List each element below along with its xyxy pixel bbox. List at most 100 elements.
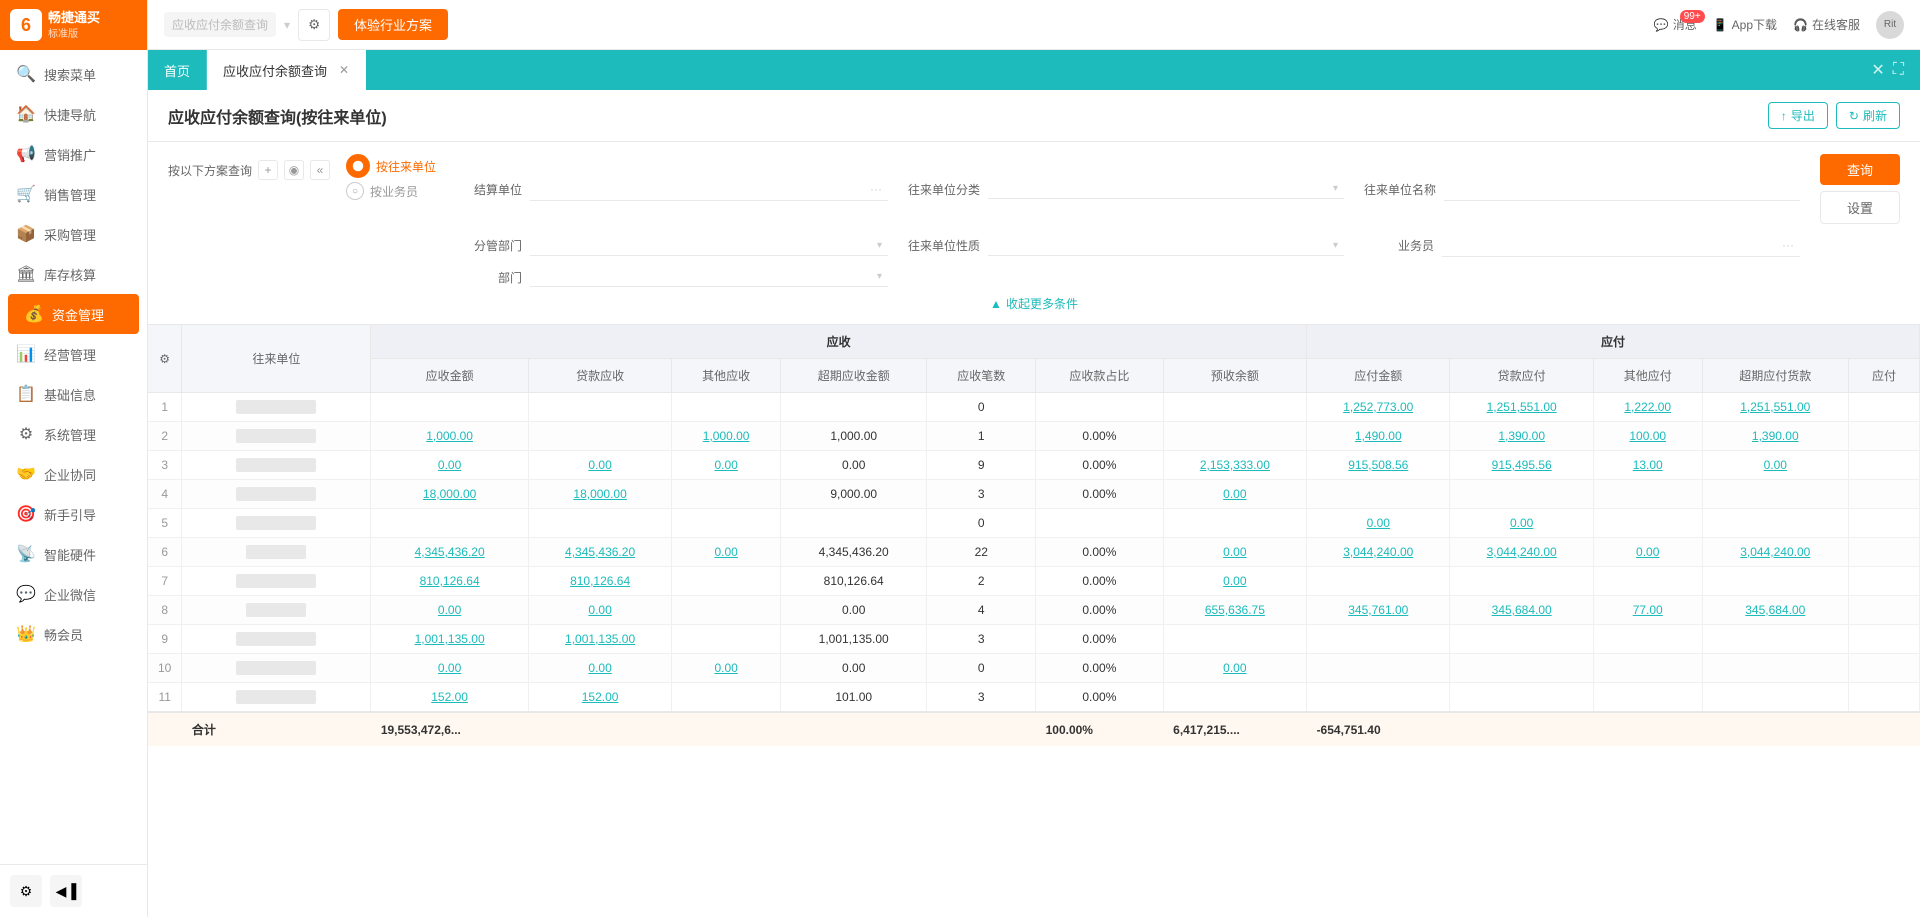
tab-close-icon[interactable]: ✕ [339, 63, 349, 77]
table-cell[interactable]: 345,684.00 [1450, 596, 1593, 625]
table-cell[interactable]: 77.00 [1593, 596, 1702, 625]
table-cell[interactable]: 0.00 [528, 596, 671, 625]
refresh-btn[interactable]: ↻ 刷新 [1836, 102, 1900, 129]
table-cell[interactable]: 345,761.00 [1307, 596, 1450, 625]
table-cell[interactable]: 915,495.56 [1450, 451, 1593, 480]
trial-btn[interactable]: 体验行业方案 [338, 9, 448, 40]
counterpart-name-input[interactable] [1444, 178, 1800, 201]
tab-home[interactable]: 首页 [148, 50, 207, 90]
sidebar-settings-btn[interactable]: ⚙ [10, 875, 42, 907]
sidebar-item-基础信息[interactable]: 📋基础信息 [0, 374, 147, 414]
table-cell[interactable]: 1,000.00 [672, 422, 781, 451]
filter-add-btn[interactable]: + [258, 160, 278, 180]
table-cell[interactable]: 1,252,773.00 [1307, 393, 1450, 422]
salesperson-input[interactable]: ··· [1442, 234, 1800, 257]
table-cell[interactable]: 18,000.00 [528, 480, 671, 509]
table-cell[interactable]: 1,251,551.00 [1450, 393, 1593, 422]
table-cell[interactable]: 0.00 [1450, 509, 1593, 538]
table-cell[interactable]: 4,345,436.20 [371, 538, 529, 567]
footer-cell [1849, 712, 1920, 746]
counterpart-category-input[interactable]: ▾ [988, 179, 1344, 199]
table-cell[interactable]: 1,390.00 [1702, 422, 1848, 451]
table-cell[interactable]: 0.00 [672, 654, 781, 683]
table-cell: 0.00% [1036, 596, 1164, 625]
col-settings-header[interactable]: ⚙ [148, 325, 182, 393]
table-cell[interactable]: 1,001,135.00 [371, 625, 529, 654]
avatar[interactable]: Rit [1876, 11, 1904, 39]
table-cell[interactable]: 0.00 [1702, 451, 1848, 480]
dept-input[interactable]: ▾ [530, 267, 888, 287]
table-cell[interactable]: 915,508.56 [1307, 451, 1450, 480]
sidebar-item-新手引导[interactable]: 🎯新手引导 [0, 494, 147, 534]
sidebar-icon: 📢 [16, 144, 36, 164]
table-cell[interactable]: 0.00 [371, 654, 529, 683]
sidebar-collapse-btn[interactable]: ◀▐ [50, 875, 82, 907]
table-cell[interactable]: 1,000.00 [371, 422, 529, 451]
table-cell[interactable]: 1,490.00 [1307, 422, 1450, 451]
settlement-unit-input[interactable]: ··· [530, 178, 888, 201]
sidebar-item-智能硬件[interactable]: 📡智能硬件 [0, 534, 147, 574]
table-cell[interactable]: 18,000.00 [371, 480, 529, 509]
sidebar-item-资金管理[interactable]: 💰资金管理 [8, 294, 139, 334]
collapse-more-btn[interactable]: ▲ 收起更多条件 [168, 295, 1900, 312]
settings-btn[interactable]: 设置 [1820, 191, 1900, 224]
table-cell[interactable]: 1,001,135.00 [528, 625, 671, 654]
export-btn[interactable]: ↑ 导出 [1768, 102, 1828, 129]
table-cell[interactable]: 0.00 [371, 451, 529, 480]
sidebar-item-快捷导航[interactable]: 🏠快捷导航 [0, 94, 147, 134]
table-cell[interactable]: 0.00 [1163, 567, 1306, 596]
sidebar-item-经营管理[interactable]: 📊经营管理 [0, 334, 147, 374]
table-cell[interactable]: 0.00 [528, 654, 671, 683]
filter-scheme-salesperson[interactable]: ○ 按业务员 [346, 182, 436, 200]
sidebar-item-搜索菜单[interactable]: 🔍搜索菜单 [0, 54, 147, 94]
table-cell[interactable]: 13.00 [1593, 451, 1702, 480]
app-download-btn[interactable]: 📱 App下载 [1713, 16, 1777, 33]
filter-collapse-btn[interactable]: « [310, 160, 330, 180]
table-cell[interactable]: 152.00 [371, 683, 529, 713]
sidebar-item-库存核算[interactable]: 🏛库存核算 [0, 254, 147, 294]
table-cell[interactable]: 655,636.75 [1163, 596, 1306, 625]
table-cell[interactable]: 152.00 [528, 683, 671, 713]
table-cell[interactable]: 0.00 [672, 538, 781, 567]
table-cell[interactable]: 0.00 [528, 451, 671, 480]
table-cell[interactable]: 1,251,551.00 [1702, 393, 1848, 422]
table-cell[interactable]: 0.00 [1307, 509, 1450, 538]
sidebar-item-企业微信[interactable]: 💬企业微信 [0, 574, 147, 614]
tab-receivable-query[interactable]: 应收应付余额查询 ✕ [207, 50, 366, 90]
sidebar-item-系统管理[interactable]: ⚙系统管理 [0, 414, 147, 454]
table-cell[interactable]: 0.00 [672, 451, 781, 480]
table-cell[interactable]: 0.00 [371, 596, 529, 625]
table-cell[interactable]: 4,345,436.20 [528, 538, 671, 567]
table-cell[interactable]: 0.00 [1163, 480, 1306, 509]
table-cell[interactable]: 1,390.00 [1450, 422, 1593, 451]
table-cell: 11 [148, 683, 182, 713]
counterpart-nature-input[interactable]: ▾ [988, 236, 1344, 256]
table-cell[interactable]: 0.00 [1593, 538, 1702, 567]
tab-close-window-icon[interactable]: ✕ [1871, 60, 1884, 80]
table-cell[interactable]: 810,126.64 [371, 567, 529, 596]
sidebar-item-采购管理[interactable]: 📦采购管理 [0, 214, 147, 254]
tab-maximize-icon[interactable]: ⛶ [1893, 61, 1904, 79]
online-service-btn[interactable]: 🎧 在线客服 [1793, 16, 1860, 33]
sidebar-item-销售管理[interactable]: 🛒销售管理 [0, 174, 147, 214]
query-btn[interactable]: 查询 [1820, 154, 1900, 185]
table-cell[interactable]: 0.00 [1163, 538, 1306, 567]
sidebar-item-企业协同[interactable]: 🤝企业协同 [0, 454, 147, 494]
header-gear-btn[interactable]: ⚙ [298, 9, 330, 41]
filter-schema-btn[interactable]: ◉ [284, 160, 304, 180]
table-cell[interactable]: 3,044,240.00 [1702, 538, 1848, 567]
supervise-dept-input[interactable]: ▾ [530, 236, 888, 256]
table-cell[interactable]: 100.00 [1593, 422, 1702, 451]
table-cell[interactable]: 810,126.64 [528, 567, 671, 596]
col-recv-other-header: 其他应收 [672, 359, 781, 393]
table-cell[interactable]: 345,684.00 [1702, 596, 1848, 625]
filter-scheme-counterpart[interactable]: 按往来单位 [346, 154, 436, 178]
messages-btn[interactable]: 💬 消息 99+ [1654, 16, 1697, 33]
table-cell[interactable]: 3,044,240.00 [1450, 538, 1593, 567]
table-cell[interactable]: 2,153,333.00 [1163, 451, 1306, 480]
sidebar-item-营销推广[interactable]: 📢营销推广 [0, 134, 147, 174]
table-cell[interactable]: 3,044,240.00 [1307, 538, 1450, 567]
table-cell[interactable]: 0.00 [1163, 654, 1306, 683]
table-cell[interactable]: 1,222.00 [1593, 393, 1702, 422]
sidebar-item-畅会员[interactable]: 👑畅会员 [0, 614, 147, 654]
